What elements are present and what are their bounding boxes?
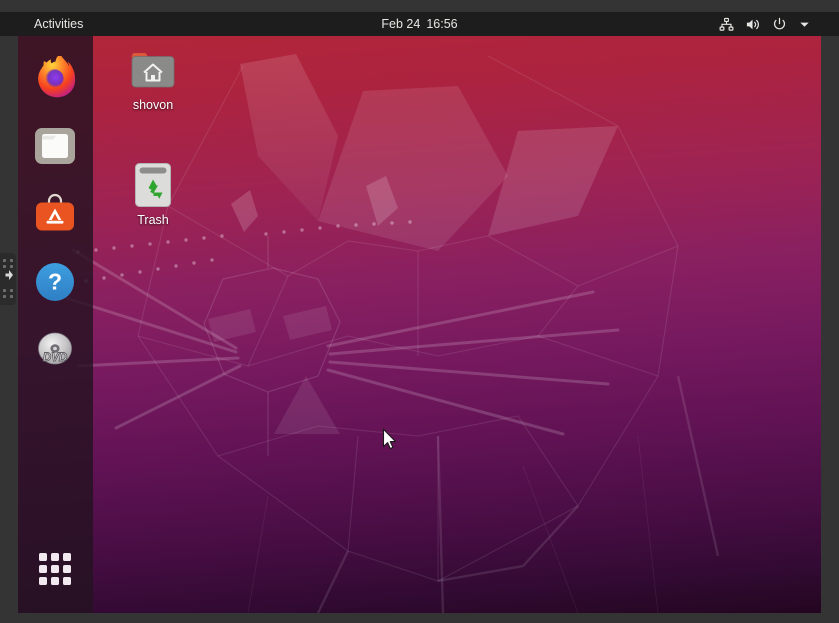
svg-text:DVD: DVD <box>43 352 67 364</box>
desktop-icon-home[interactable]: shovon <box>114 46 192 112</box>
chevron-down-icon[interactable] <box>798 18 811 31</box>
trash-icon <box>129 161 177 209</box>
dock-item-software[interactable] <box>27 186 83 242</box>
desktop-screen: Activities Feb 24 16:56 shovon Trash ? D… <box>0 0 839 623</box>
desktop-area[interactable]: shovon Trash <box>18 36 821 613</box>
clock-time: 16:56 <box>426 17 458 31</box>
desktop-icon-label: shovon <box>132 98 174 112</box>
dock-item-firefox[interactable] <box>27 50 83 106</box>
dock-item-dvd[interactable]: DVD <box>27 322 83 378</box>
svg-text:?: ? <box>48 269 62 295</box>
wallpaper-artwork <box>64 54 720 613</box>
desktop-icon-label: Trash <box>137 213 169 227</box>
home-folder-icon <box>129 46 177 94</box>
dock-item-show-applications[interactable] <box>27 541 83 597</box>
clock-button[interactable]: Feb 24 16:56 <box>0 12 839 36</box>
volume-icon[interactable] <box>745 17 761 32</box>
network-wired-icon[interactable] <box>719 17 734 32</box>
dock-item-files[interactable] <box>27 118 83 174</box>
dock-hide-handle[interactable] <box>0 253 16 305</box>
desktop-icon-trash[interactable]: Trash <box>114 161 192 227</box>
system-status-area[interactable] <box>719 12 811 36</box>
dock-item-help[interactable]: ? <box>27 254 83 310</box>
clock-date: Feb 24 <box>381 17 421 31</box>
top-bar: Activities Feb 24 16:56 <box>0 12 839 36</box>
dock-panel[interactable]: ? DVD <box>18 36 93 613</box>
power-icon[interactable] <box>772 17 787 32</box>
